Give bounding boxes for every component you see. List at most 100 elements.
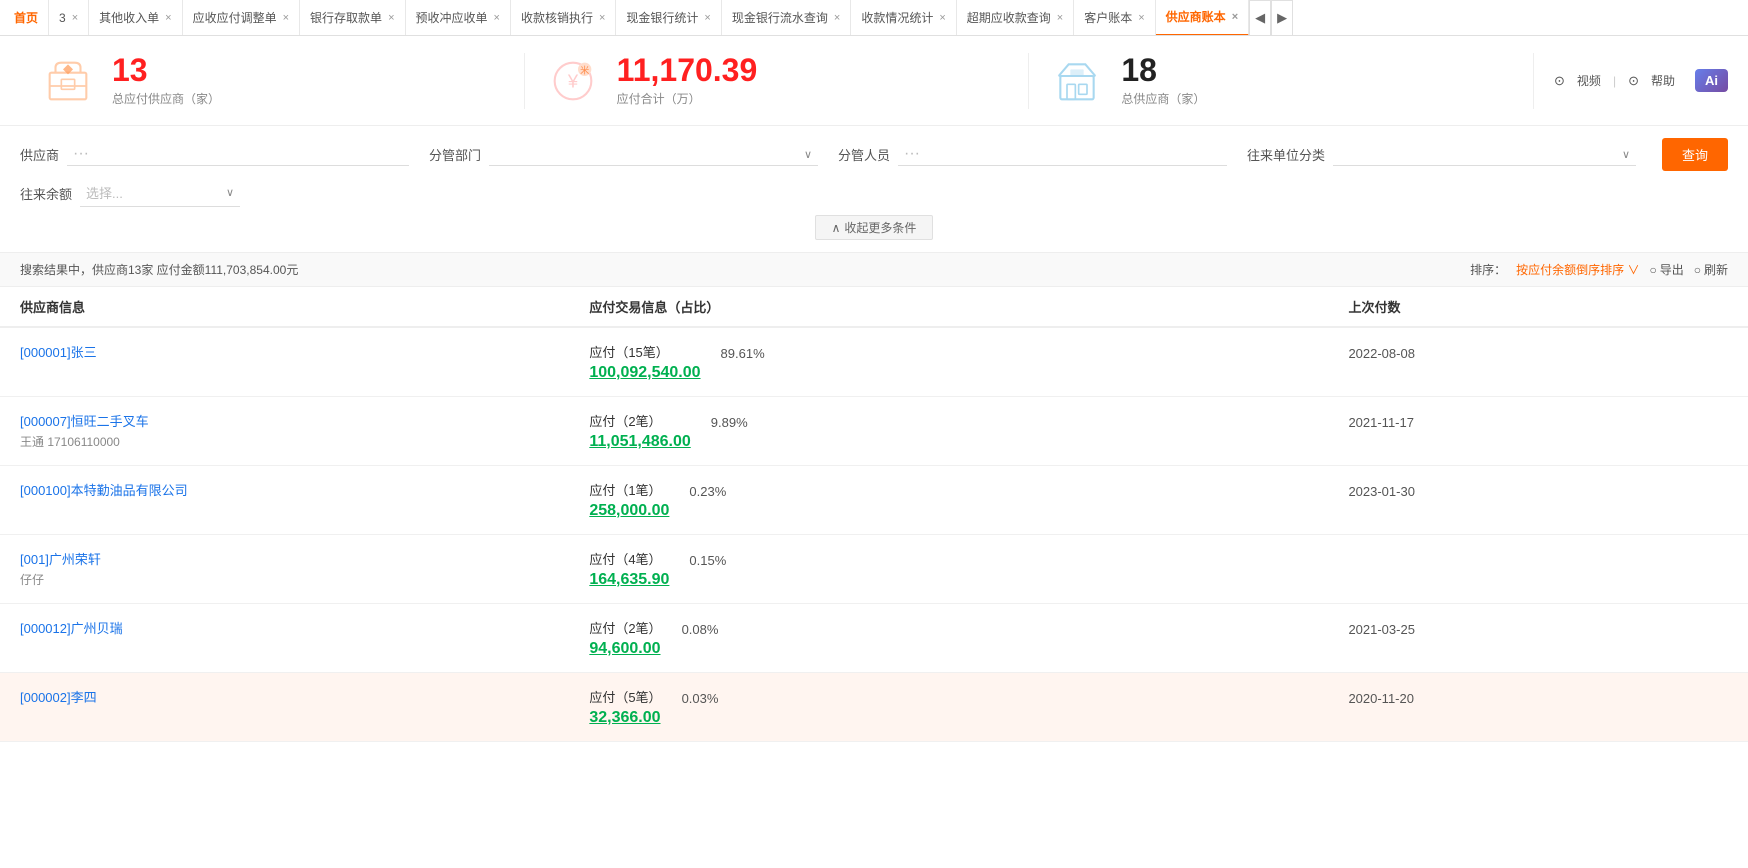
supplier-link-3[interactable]: [000100]本特勤油品有限公司 [20,483,188,498]
tab-customer-ledger-label: 客户账本 [1084,9,1132,26]
payable-amount-2[interactable]: 11,051,486.00 [589,433,690,451]
nav-tab-overdue[interactable]: 超期应收款查询 × [957,0,1074,36]
payable-info-2: 应付（2笔） 11,051,486.00 [589,411,690,451]
nav-tab-adjustment[interactable]: 应收应付调整单 × [183,0,300,36]
help-link[interactable]: 帮助 [1651,72,1675,89]
balance-dropdown[interactable]: 选择... ∨ [80,179,240,207]
tab-supplier-ledger-label: 供应商账本 [1166,8,1226,25]
payable-amount-4[interactable]: 164,635.90 [589,571,669,589]
payable-col-3: 应付（1笔） 258,000.00 0.23% [589,480,1348,520]
query-button[interactable]: 查询 [1662,138,1728,171]
payable-total-content: 11,170.39 应付合计（万） [617,54,758,107]
payable-col-5: 应付（2笔） 94,600.00 0.08% [589,618,1348,658]
tab-supplier-ledger-close[interactable]: × [1232,11,1238,23]
nav-tab-supplier-ledger[interactable]: 供应商账本 × [1156,0,1249,36]
nav-tab-collection-stat[interactable]: 收款情况统计 × [851,0,956,36]
table-row: [000002]李四 应付（5笔） 32,366.00 0.03% 2020-1… [0,673,1748,742]
sort-dropdown[interactable]: 按应付余额倒序排序 ∨ [1516,261,1639,278]
refresh-button[interactable]: ○ 刷新 [1694,261,1728,278]
nav-tab-prepay[interactable]: 预收冲应收单 × [406,0,511,36]
category-arrow: ∨ [1622,148,1630,161]
table-row: [000012]广州贝瑞 应付（2笔） 94,600.00 0.08% 2021… [0,604,1748,673]
supplier-input-wrap[interactable]: ··· [67,143,409,166]
lastpay-col-1: 2022-08-08 [1348,342,1728,361]
tab-cashflow-close[interactable]: × [834,12,840,24]
collapse-button[interactable]: ∧ 收起更多条件 [815,215,934,240]
export-label: 导出 [1660,261,1684,278]
payable-percent-2: 9.89% [711,411,748,430]
tab-bank-close[interactable]: × [388,12,394,24]
payable-count-2: 应付（2笔） [589,411,690,430]
balance-placeholder: 选择... [86,183,123,202]
svg-text:¥: ¥ [567,70,579,91]
payable-count-4: 应付（4笔） [589,549,669,568]
table-row: [000001]张三 应付（15笔） 100,092,540.00 89.61%… [0,328,1748,397]
nav-arrow-right[interactable]: ▶ [1271,0,1293,36]
nav-tab-payment[interactable]: 收款核销执行 × [511,0,616,36]
filter-person: 分管人员 ··· [838,143,1227,166]
tab-other-income-close[interactable]: × [165,12,171,24]
supplier-link-1[interactable]: [000001]张三 [20,345,97,360]
nav-tab-home[interactable]: 首页 [4,0,49,36]
filter-row-1: 供应商 ··· 分管部门 ∨ 分管人员 ··· 往来单位分类 ∨ [20,138,1728,171]
supplier-link-5[interactable]: [000012]广州贝瑞 [20,621,123,636]
tab-customer-ledger-close[interactable]: × [1138,12,1144,24]
balance-label: 往来余额 [20,184,72,203]
tab-prepay-close[interactable]: × [494,12,500,24]
tab-payment-close[interactable]: × [599,12,605,24]
supplier-sub-4: 仔仔 [20,571,589,588]
supplier-link-6[interactable]: [000002]李四 [20,690,97,705]
collapse-up-icon: ∧ [832,221,841,235]
tab-cash-stat-label: 现金银行统计 [626,9,698,26]
filter-row-2: 往来余额 选择... ∨ [20,179,1728,207]
ai-badge[interactable]: Ai [1695,69,1728,92]
tab-overdue-close[interactable]: × [1057,12,1063,24]
nav-tab-cashflow[interactable]: 现金银行流水查询 × [722,0,851,36]
nav-tab-3[interactable]: 3 × [49,0,89,36]
tab-prepay-label: 预收冲应收单 [416,9,488,26]
payable-amount-5[interactable]: 94,600.00 [589,640,661,658]
payable-count-6: 应付（5笔） [589,687,661,706]
results-summary: 搜索结果中，供应商13家 应付金额111,703,854.00元 [20,261,298,278]
lastpay-col-5: 2021-03-25 [1348,618,1728,637]
video-link[interactable]: 视频 [1577,72,1601,89]
results-bar-right: 排序： 按应付余额倒序排序 ∨ ○ 导出 ○ 刷新 [1470,261,1728,278]
store-icon [1049,53,1105,109]
payable-percent-6: 0.03% [682,687,719,706]
tab-3-label: 3 [59,11,66,25]
payable-amount-6[interactable]: 32,366.00 [589,709,661,727]
payable-amount-1[interactable]: 100,092,540.00 [589,364,700,382]
tab-other-income-label: 其他收入单 [99,9,159,26]
nav-arrow-left[interactable]: ◀ [1249,0,1271,36]
filter-dept: 分管部门 ∨ [429,144,818,166]
tab-collection-stat-close[interactable]: × [939,12,945,24]
nav-tab-cash-stat[interactable]: 现金银行统计 × [616,0,721,36]
table-body: [000001]张三 应付（15笔） 100,092,540.00 89.61%… [0,328,1748,868]
person-input-wrap[interactable]: ··· [898,143,1227,166]
payable-amount-3[interactable]: 258,000.00 [589,502,669,520]
nav-tab-bank[interactable]: 银行存取款单 × [300,0,405,36]
export-button[interactable]: ○ 导出 [1649,261,1683,278]
nav-tab-other-income[interactable]: 其他收入单 × [89,0,182,36]
tab-3-close[interactable]: × [72,12,78,24]
payable-info-4: 应付（4笔） 164,635.90 [589,549,669,589]
supplier-col-1: [000001]张三 [20,342,589,364]
tab-adjustment-close[interactable]: × [283,12,289,24]
category-dropdown[interactable]: ∨ [1333,144,1636,166]
supplier-link-2[interactable]: [000007]恒旺二手叉车 [20,414,149,429]
total-suppliers-number: 18 [1121,54,1205,86]
payable-total-label: 应付合计（万） [617,90,758,107]
payable-suppliers-label: 总应付供应商（家） [112,90,220,107]
tab-bank-label: 银行存取款单 [310,9,382,26]
tab-cash-stat-close[interactable]: × [704,12,710,24]
payable-col-1: 应付（15笔） 100,092,540.00 89.61% [589,342,1348,382]
supplier-dots: ··· [73,145,89,163]
refresh-icon: ○ [1694,263,1701,277]
dept-dropdown[interactable]: ∨ [489,144,818,166]
supplier-label: 供应商 [20,145,59,164]
payable-col-2: 应付（2笔） 11,051,486.00 9.89% [589,411,1348,451]
payable-percent-1: 89.61% [721,342,765,361]
nav-tab-customer-ledger[interactable]: 客户账本 × [1074,0,1155,36]
supplier-link-4[interactable]: [001]广州荣轩 [20,552,101,567]
table-row: [001]广州荣轩 仔仔 应付（4笔） 164,635.90 0.15% [0,535,1748,604]
